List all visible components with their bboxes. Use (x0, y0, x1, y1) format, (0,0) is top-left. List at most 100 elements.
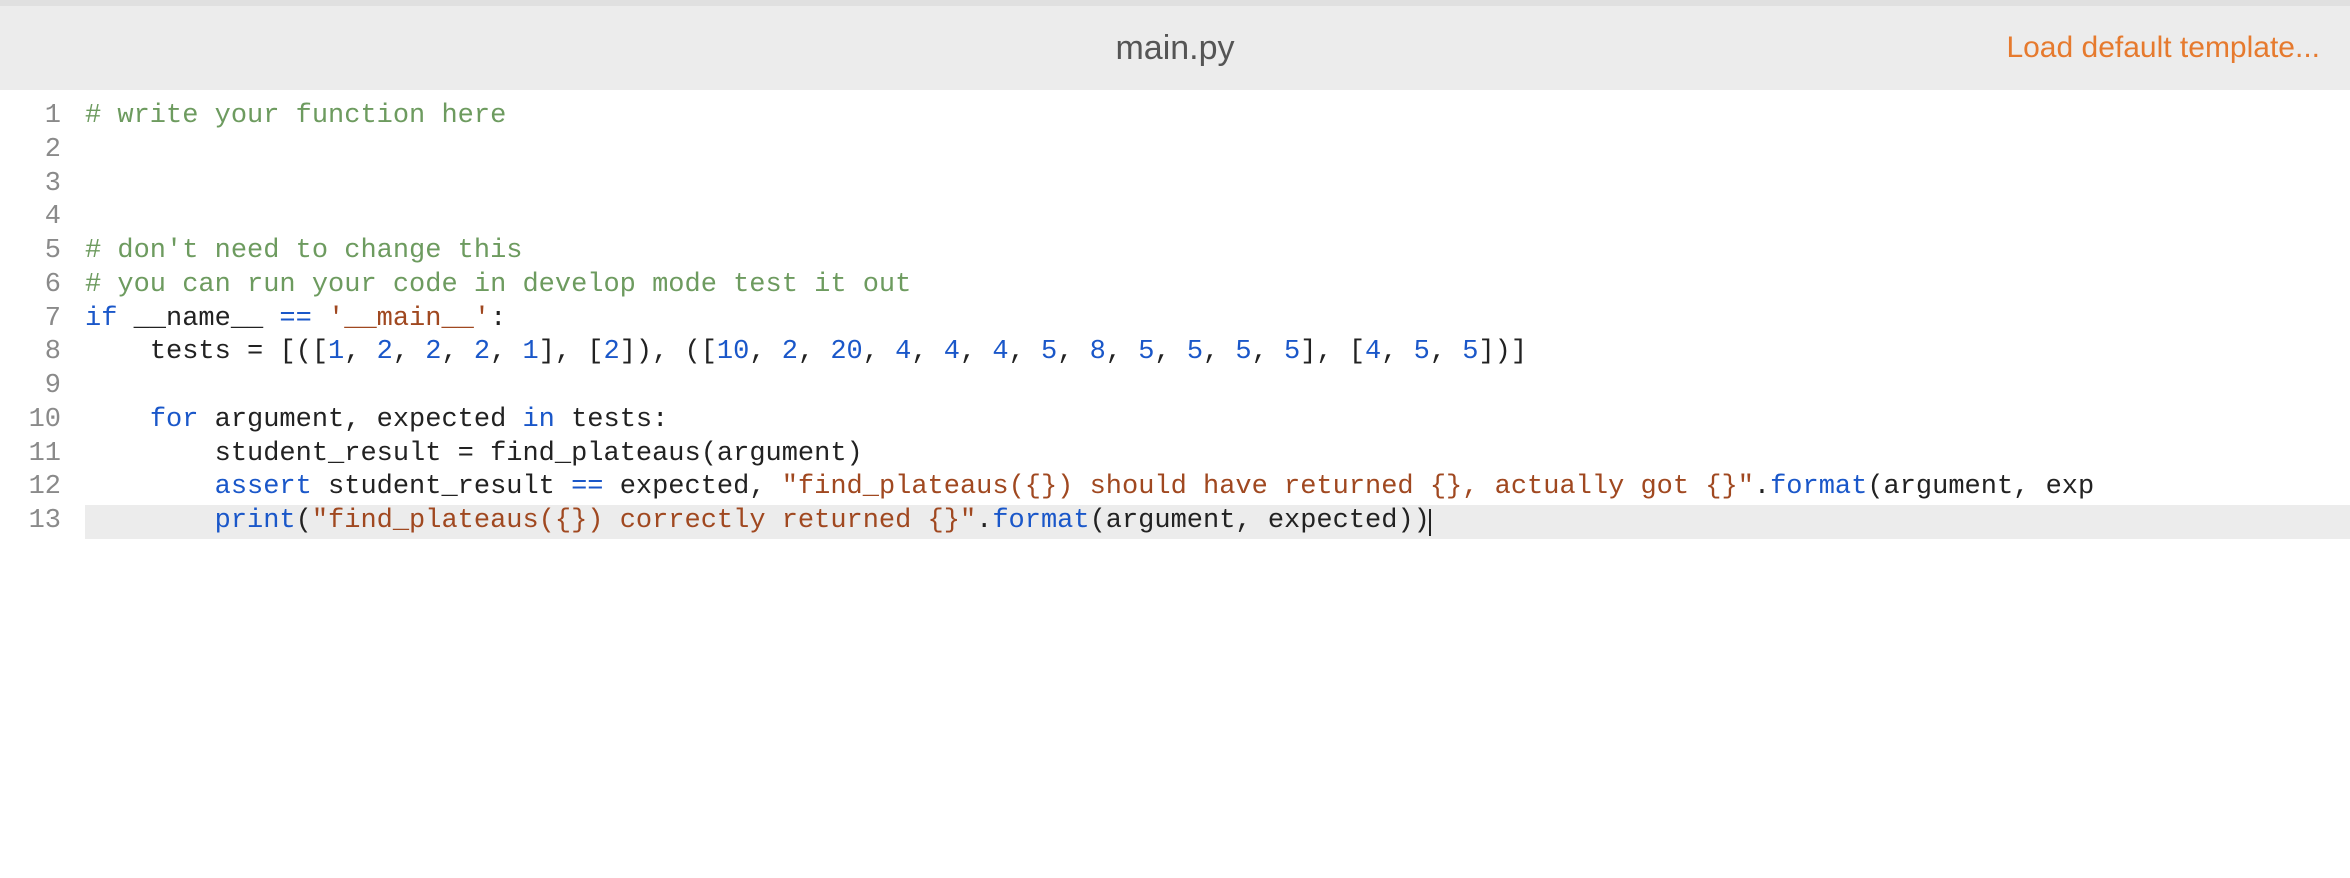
code-line[interactable] (85, 201, 2350, 235)
load-template-link[interactable]: Load default template... (2006, 31, 2320, 65)
code-token: , (490, 337, 522, 367)
code-token: 5 (1284, 337, 1300, 367)
line-number: 10 (0, 404, 61, 438)
code-line[interactable]: # write your function here (85, 100, 2350, 134)
line-number: 7 (0, 303, 61, 337)
code-token: , (1381, 337, 1413, 367)
code-line[interactable]: for argument, expected in tests: (85, 404, 2350, 438)
code-token: __name__ (134, 304, 264, 334)
code-token (85, 439, 215, 469)
line-number: 12 (0, 471, 61, 505)
code-token: ( (1867, 472, 1883, 502)
code-token: 2 (377, 337, 393, 367)
code-line[interactable]: if __name__ == '__main__': (85, 303, 2350, 337)
code-token: # don't need to change this (85, 236, 522, 266)
code-token: exp (2046, 472, 2095, 502)
code-token: , (441, 337, 473, 367)
code-token: 4 (992, 337, 1008, 367)
code-line[interactable] (85, 168, 2350, 202)
code-token: student_result (215, 439, 442, 469)
code-token: expected (1268, 506, 1398, 536)
code-token: . (976, 506, 992, 536)
code-token: for (150, 405, 215, 435)
line-number: 6 (0, 269, 61, 303)
line-number: 2 (0, 134, 61, 168)
code-token: ( (1090, 506, 1106, 536)
code-token: 2 (604, 337, 620, 367)
code-token: format (1770, 472, 1867, 502)
editor-header: main.py Load default template... (0, 0, 2350, 90)
code-token: # you can run your code in develop mode … (85, 270, 911, 300)
code-line[interactable]: # you can run your code in develop mode … (85, 269, 2350, 303)
line-number: 11 (0, 438, 61, 472)
code-token: = (231, 337, 280, 367)
code-token: 5 (1235, 337, 1251, 367)
code-token (85, 472, 215, 502)
code-token (85, 506, 215, 536)
code-token: ])] (1478, 337, 1527, 367)
code-token (85, 405, 150, 435)
code-token: 5 (1138, 337, 1154, 367)
code-token: argument (717, 439, 847, 469)
code-token: 8 (1090, 337, 1106, 367)
code-token: 2 (425, 337, 441, 367)
code-token: : (490, 304, 506, 334)
code-token: 1 (328, 337, 344, 367)
code-token: 4 (1365, 337, 1381, 367)
code-token: = (441, 439, 490, 469)
code-token: ]), ([ (620, 337, 717, 367)
code-token: expected (377, 405, 507, 435)
line-number: 8 (0, 336, 61, 370)
code-editor[interactable]: 12345678910111213 # write your function … (0, 90, 2350, 878)
code-token: , (798, 337, 830, 367)
code-token: format (992, 506, 1089, 536)
line-number: 13 (0, 505, 61, 539)
code-token: 5 (1414, 337, 1430, 367)
code-token: 4 (895, 337, 911, 367)
code-token (85, 337, 150, 367)
code-token: 5 (1041, 337, 1057, 367)
code-token: , (1203, 337, 1235, 367)
code-token: , (344, 405, 376, 435)
code-token: == (555, 472, 620, 502)
code-token: , (960, 337, 992, 367)
code-line[interactable]: print("find_plateaus({}) correctly retur… (85, 505, 2350, 539)
code-line[interactable] (85, 134, 2350, 168)
code-token: , (1154, 337, 1186, 367)
line-number: 3 (0, 168, 61, 202)
code-token: in (506, 405, 571, 435)
code-token: [([ (279, 337, 328, 367)
code-token: , (1009, 337, 1041, 367)
filename-label: main.py (1115, 29, 1234, 68)
code-line[interactable]: assert student_result == expected, "find… (85, 471, 2350, 505)
code-token: ) (847, 439, 863, 469)
code-token: , (749, 472, 781, 502)
code-token: == (263, 304, 328, 334)
code-token: assert (215, 472, 328, 502)
code-token: , (393, 337, 425, 367)
code-token: 2 (474, 337, 490, 367)
code-token: )) (1397, 506, 1429, 536)
code-token: find_plateaus (490, 439, 701, 469)
code-token: "find_plateaus({}) should have returned … (782, 472, 1754, 502)
line-number: 1 (0, 100, 61, 134)
code-area[interactable]: # write your function here # don't need t… (75, 90, 2350, 878)
code-token: print (215, 506, 296, 536)
code-token: , (1057, 337, 1089, 367)
line-number: 4 (0, 201, 61, 235)
code-token: , (863, 337, 895, 367)
code-token: # write your function here (85, 101, 506, 131)
code-token: ( (296, 506, 312, 536)
text-cursor (1429, 509, 1431, 536)
code-token: if (85, 304, 134, 334)
code-line[interactable]: # don't need to change this (85, 235, 2350, 269)
code-token: : (652, 405, 668, 435)
code-line[interactable] (85, 370, 2350, 404)
code-token: , (1430, 337, 1462, 367)
code-line[interactable]: student_result = find_plateaus(argument) (85, 438, 2350, 472)
code-token: "find_plateaus({}) correctly returned {}… (312, 506, 976, 536)
code-token: ], [ (539, 337, 604, 367)
code-line[interactable]: tests = [([1, 2, 2, 2, 1], [2]), ([10, 2… (85, 336, 2350, 370)
code-token: student_result (328, 472, 555, 502)
code-token: ( (701, 439, 717, 469)
